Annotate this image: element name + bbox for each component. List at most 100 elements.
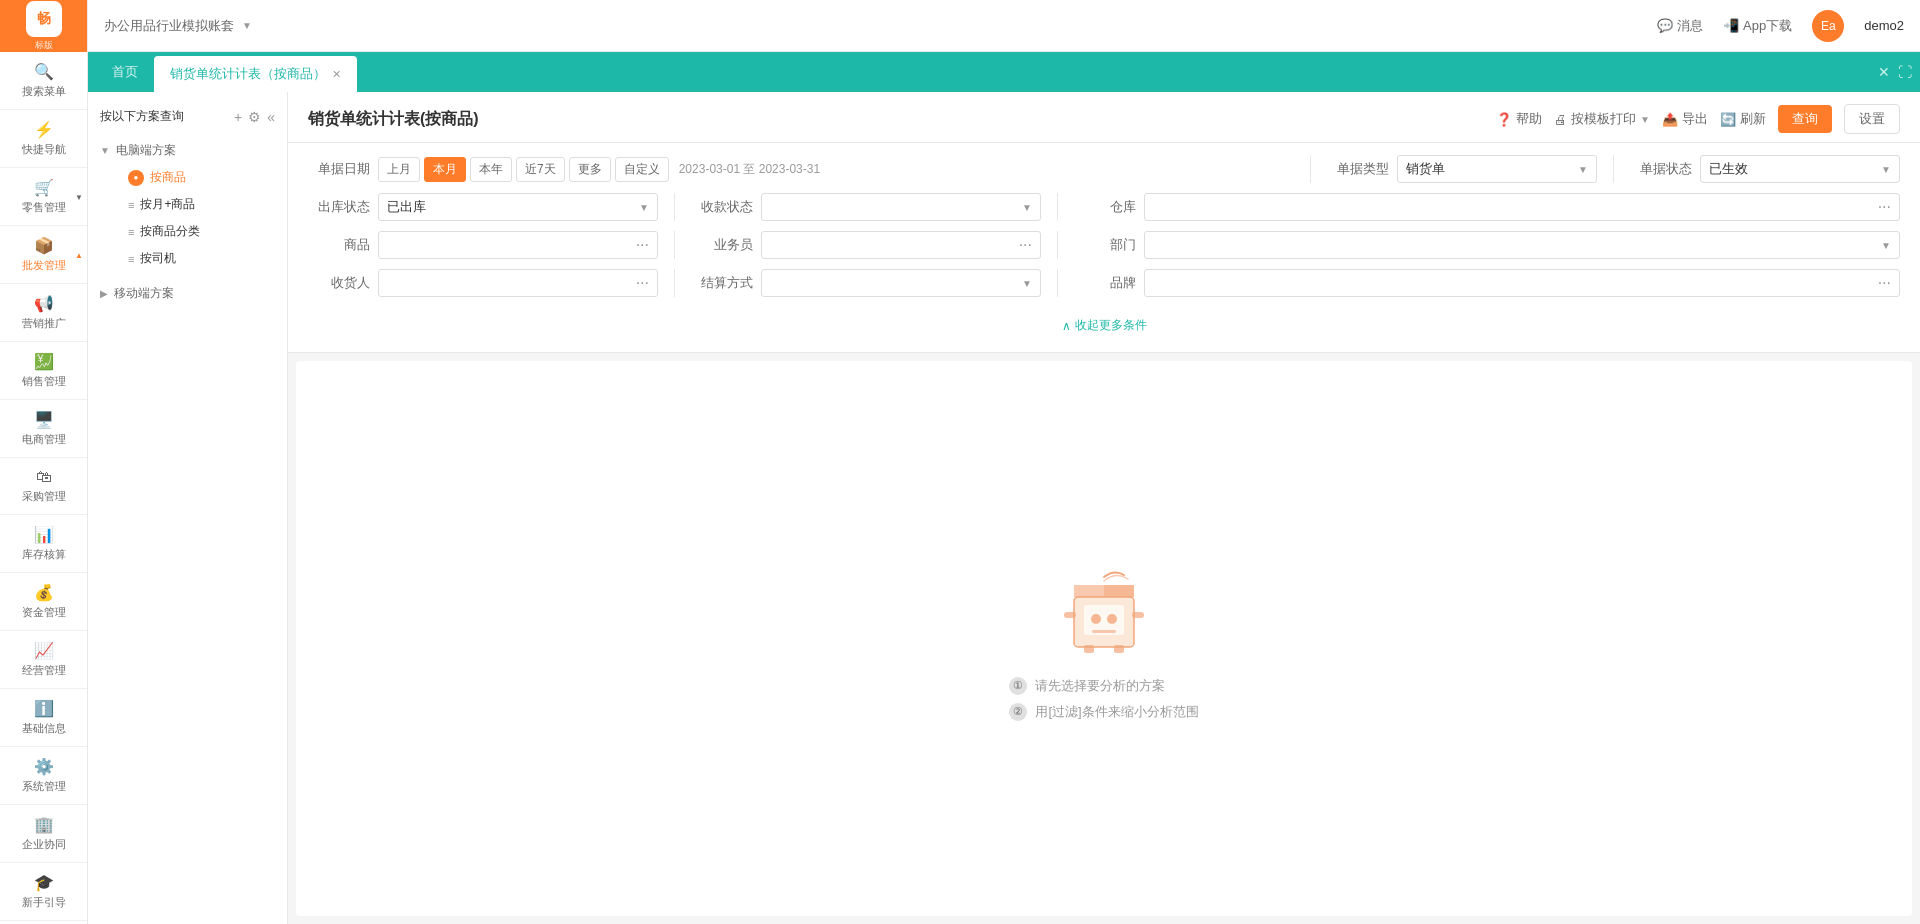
right-panel: 销货单统计计表(按商品) ❓ 帮助 🖨 按模板打印 ▼ 📤 导出 xyxy=(288,92,1920,924)
receipt-status-select[interactable]: ▼ xyxy=(761,193,1041,221)
window-close-icon[interactable]: ✕ xyxy=(1878,64,1890,80)
sidebar-wholesale-label: 批发管理 xyxy=(22,258,66,273)
svg-rect-5 xyxy=(1064,612,1076,618)
sidebar-item-sales[interactable]: 💹 销售管理 xyxy=(0,342,87,400)
print-button[interactable]: 🖨 按模板打印 ▼ xyxy=(1554,110,1650,128)
tree-node-by-product[interactable]: ● 按商品 xyxy=(96,164,287,191)
date-more[interactable]: 更多 xyxy=(569,157,611,182)
sidebar-search-menu[interactable]: 🔍 搜索菜单 xyxy=(0,52,87,110)
warehouse-dots[interactable]: ··· xyxy=(1878,198,1891,216)
app-name: 办公用品行业模拟账套 xyxy=(104,17,234,35)
empty-hint-1: ① 请先选择要分析的方案 xyxy=(1009,677,1165,695)
sidebar-finance-label: 资金管理 xyxy=(22,605,66,620)
date-this-year[interactable]: 本年 xyxy=(470,157,512,182)
salesperson-dots[interactable]: ··· xyxy=(1019,236,1032,254)
tab-sales-stat[interactable]: 销货单统计计表（按商品） ✕ xyxy=(154,56,357,92)
sidebar-item-enterprise[interactable]: 🏢 企业协同 xyxy=(0,805,87,863)
filter-row-4: 收货人 ··· 结算方式 ▼ 品牌 ··· xyxy=(308,269,1900,297)
doc-status-label: 单据状态 xyxy=(1630,160,1700,178)
avatar[interactable]: Ea xyxy=(1812,10,1844,42)
date-custom[interactable]: 自定义 xyxy=(615,157,669,182)
app-name-dropdown[interactable]: ▼ xyxy=(242,20,252,31)
receipt-status-label: 收款状态 xyxy=(691,198,761,216)
sidebar-basic-label: 基础信息 xyxy=(22,721,66,736)
product-select[interactable]: ··· xyxy=(378,231,658,259)
header-left: 办公用品行业模拟账套 ▼ xyxy=(104,17,252,35)
warehouse-select[interactable]: ··· xyxy=(1144,193,1900,221)
sidebar-item-marketing[interactable]: 📢 营销推广 xyxy=(0,284,87,342)
app-download-button[interactable]: 📲 App下载 xyxy=(1723,17,1792,35)
sidebar-item-operation[interactable]: 📈 经营管理 xyxy=(0,631,87,689)
refresh-label: 刷新 xyxy=(1740,110,1766,128)
brand-dots[interactable]: ··· xyxy=(1878,274,1891,292)
salesperson-select[interactable]: ··· xyxy=(761,231,1041,259)
panel-settings-icon[interactable]: ⚙ xyxy=(248,109,261,125)
panel-add-button[interactable]: + xyxy=(234,109,242,125)
sidebar-item-wholesale[interactable]: 📦 批发管理 xyxy=(0,226,87,284)
department-select[interactable]: ▼ xyxy=(1144,231,1900,259)
tab-bar: 首页 销货单统计计表（按商品） ✕ ✕ ⛶ xyxy=(88,52,1920,92)
payment-select[interactable]: ▼ xyxy=(761,269,1041,297)
empty-illustration xyxy=(1044,557,1164,657)
message-button[interactable]: 💬 消息 xyxy=(1657,17,1703,35)
system-icon: ⚙️ xyxy=(34,757,54,776)
sidebar-item-newbie[interactable]: 🎓 新手引导 xyxy=(0,863,87,921)
retail-icon: 🛒 xyxy=(34,178,54,197)
inventory-icon: 📊 xyxy=(34,525,54,544)
out-status-label: 出库状态 xyxy=(308,198,378,216)
tree-mobile-toggle[interactable]: ▶ 移动端方案 xyxy=(88,280,287,307)
date-last-month[interactable]: 上月 xyxy=(378,157,420,182)
sidebar-item-retail[interactable]: 🛒 零售管理 xyxy=(0,168,87,226)
wholesale-icon: 📦 xyxy=(34,236,54,255)
window-maximize-icon[interactable]: ⛶ xyxy=(1898,64,1912,80)
sidebar-retail-label: 零售管理 xyxy=(22,200,66,215)
product-dots[interactable]: ··· xyxy=(636,236,649,254)
hint-1-text: 请先选择要分析的方案 xyxy=(1035,677,1165,695)
tree-node-by-month-product[interactable]: ≡ 按月+商品 xyxy=(96,191,287,218)
tree-desktop-label: 电脑端方案 xyxy=(116,142,176,159)
sidebar-logo[interactable]: 畅 标版 xyxy=(0,0,87,52)
brand-select[interactable]: ··· xyxy=(1144,269,1900,297)
tree-node-by-category-label: 按商品分类 xyxy=(140,223,200,240)
receiver-select[interactable]: ··· xyxy=(378,269,658,297)
sidebar-quick-nav[interactable]: ⚡ 快捷导航 xyxy=(0,110,87,168)
sidebar-enterprise-label: 企业协同 xyxy=(22,837,66,852)
tab-home[interactable]: 首页 xyxy=(96,52,154,92)
tab-close-icon[interactable]: ✕ xyxy=(332,68,341,81)
sales-icon: 💹 xyxy=(34,352,54,371)
sidebar-operation-label: 经营管理 xyxy=(22,663,66,678)
empty-text: ① 请先选择要分析的方案 ② 用[过滤]条件来缩小分析范围 xyxy=(1009,677,1198,721)
tree-desktop-toggle[interactable]: ▼ 电脑端方案 xyxy=(88,137,287,164)
date-controls: 上月 本月 本年 近7天 更多 自定义 2023-03-01 至 2023-03… xyxy=(378,157,1294,182)
sidebar-item-basic[interactable]: ℹ️ 基础信息 xyxy=(0,689,87,747)
avatar-icon: Ea xyxy=(1821,19,1836,33)
sidebar-item-system[interactable]: ⚙️ 系统管理 xyxy=(0,747,87,805)
settings-button[interactable]: 设置 xyxy=(1844,104,1900,134)
export-button[interactable]: 📤 导出 xyxy=(1662,110,1708,128)
sidebar-item-purchase[interactable]: 🛍 采购管理 xyxy=(0,458,87,515)
tree-node-by-product-label: 按商品 xyxy=(150,169,186,186)
sidebar-item-inventory[interactable]: 📊 库存核算 xyxy=(0,515,87,573)
collapse-button[interactable]: ∧ 收起更多条件 xyxy=(1056,311,1153,340)
sidebar-item-ecommerce[interactable]: 🖥️ 电商管理 xyxy=(0,400,87,458)
doc-type-select[interactable]: 销货单 ▼ xyxy=(1397,155,1597,183)
tree-mobile-arrow: ▶ xyxy=(100,288,108,299)
tree-node-by-warehouse[interactable]: ≡ 按司机 xyxy=(96,245,287,272)
query-button[interactable]: 查询 xyxy=(1778,105,1832,133)
tree-node-by-category[interactable]: ≡ 按商品分类 xyxy=(96,218,287,245)
user-name[interactable]: demo2 xyxy=(1864,18,1904,33)
help-button[interactable]: ❓ 帮助 xyxy=(1496,110,1542,128)
tree-node-category-icon: ≡ xyxy=(128,226,134,238)
date-7days[interactable]: 近7天 xyxy=(516,157,565,182)
tree-section-mobile: ▶ 移动端方案 xyxy=(88,276,287,311)
out-status-select[interactable]: 已出库 ▼ xyxy=(378,193,658,221)
doc-status-select[interactable]: 已生效 ▼ xyxy=(1700,155,1900,183)
app-download-label: App下载 xyxy=(1743,17,1792,35)
panel-collapse-icon[interactable]: « xyxy=(267,109,275,125)
logo-label: 标版 xyxy=(35,39,53,52)
date-this-month[interactable]: 本月 xyxy=(424,157,466,182)
refresh-button[interactable]: 🔄 刷新 xyxy=(1720,110,1766,128)
receiver-dots[interactable]: ··· xyxy=(636,274,649,292)
settings-label: 设置 xyxy=(1859,110,1885,128)
sidebar-item-finance[interactable]: 💰 资金管理 xyxy=(0,573,87,631)
